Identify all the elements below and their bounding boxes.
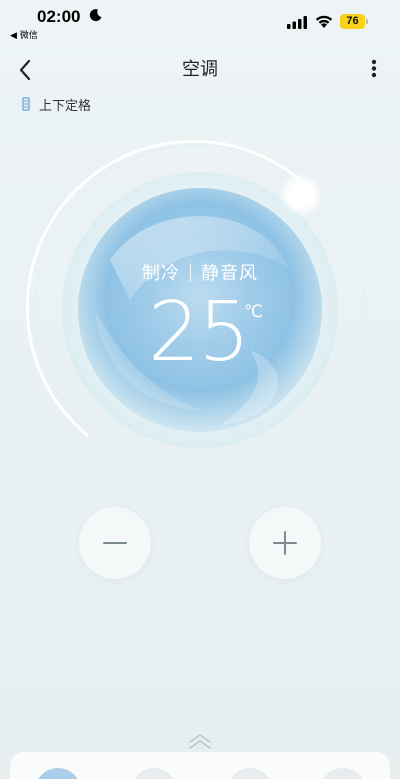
- status-time: 02:00: [37, 7, 81, 26]
- temperature-value: 25: [148, 285, 250, 380]
- mode-line: 制冷 静音风: [0, 259, 400, 285]
- page-title: 空调: [182, 59, 218, 80]
- cellular-signal-icon: [287, 16, 307, 29]
- increase-temperature-button[interactable]: [249, 507, 321, 579]
- temperature-display: 25 ℃: [148, 288, 278, 378]
- mode-label: 制冷: [142, 263, 180, 284]
- swing-label: 上下定格: [39, 98, 92, 114]
- plus-icon: [273, 531, 297, 555]
- more-menu-icon[interactable]: [364, 56, 384, 84]
- vertical-swing-icon: [22, 97, 30, 111]
- swing-mode-button[interactable]: 上下定格: [20, 94, 91, 114]
- battery-icon: 76: [340, 14, 368, 29]
- decrease-temperature-button[interactable]: [79, 507, 151, 579]
- mode-divider: [190, 264, 191, 282]
- moon-icon: [89, 9, 102, 22]
- fan-label: 静音风: [201, 263, 258, 284]
- wifi-icon: [315, 15, 333, 28]
- minus-icon: [103, 542, 127, 544]
- expand-up-icon[interactable]: [186, 732, 214, 752]
- temperature-unit: ℃: [244, 302, 264, 322]
- status-bar: 02:00 ◀ 微信 76: [0, 0, 400, 44]
- back-to-app-link[interactable]: ◀ 微信: [10, 28, 38, 41]
- battery-level: 76: [346, 15, 359, 27]
